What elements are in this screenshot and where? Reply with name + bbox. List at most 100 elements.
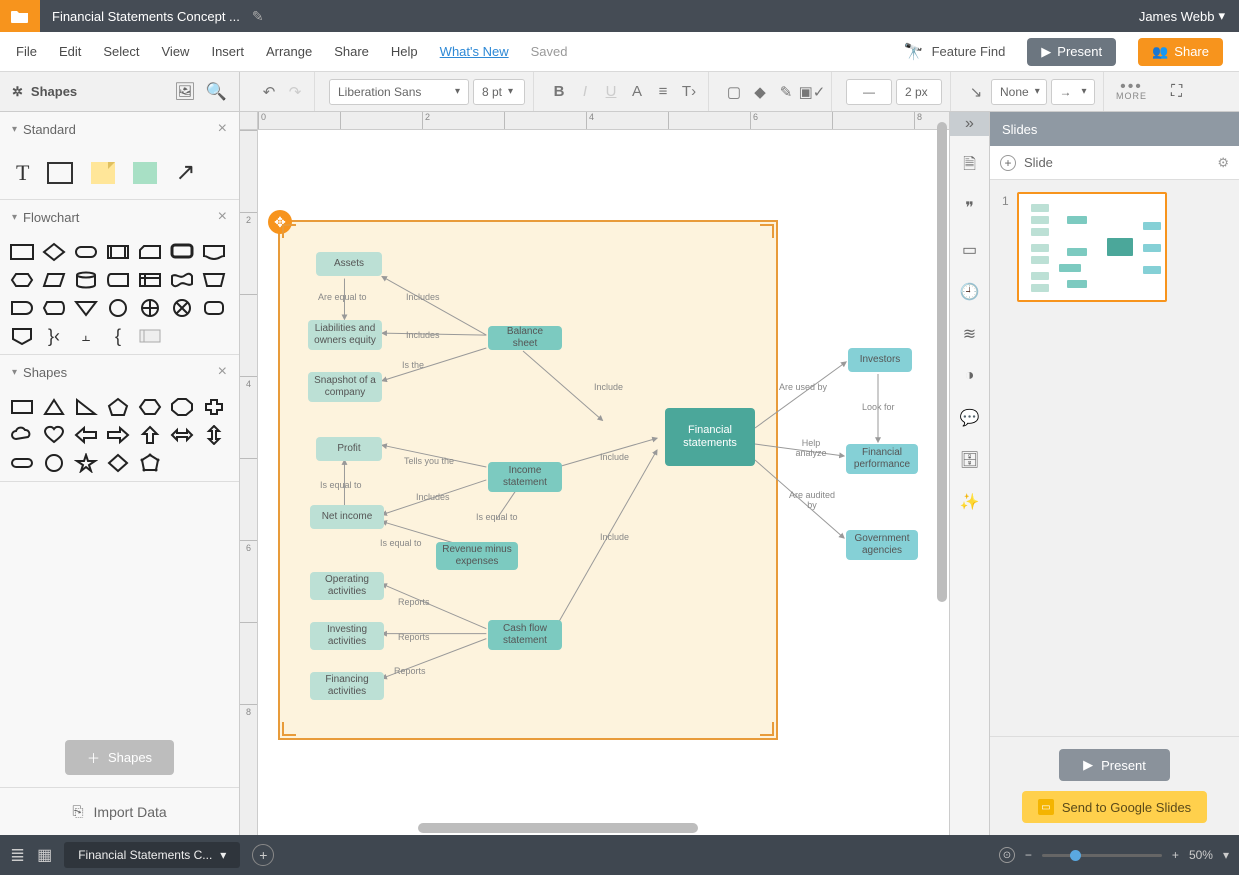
fillcolor-icon[interactable]: ◆ [749, 81, 771, 103]
fc-display[interactable] [42, 298, 66, 318]
font-select[interactable]: Liberation Sans▾ [329, 79, 469, 105]
shapefill-icon[interactable]: ▢ [723, 81, 745, 103]
fc-or[interactable] [170, 298, 194, 318]
fc-brace-l[interactable]: { [106, 326, 130, 346]
block-shape[interactable] [133, 162, 157, 184]
node-revexp[interactable]: Revenue minus expenses [436, 542, 518, 570]
fontsize-select[interactable]: 8 pt▾ [473, 79, 525, 105]
sh-pent[interactable] [106, 397, 130, 417]
grid-view-icon[interactable]: ▦ [37, 845, 52, 865]
sh-oct[interactable] [170, 397, 194, 417]
dock-quote-icon[interactable]: ❞ [958, 196, 982, 220]
node-assets[interactable]: Assets [316, 252, 382, 276]
sh-heart[interactable] [42, 425, 66, 445]
page-tab[interactable]: Financial Statements C...▾ [64, 842, 240, 868]
sh-cloud[interactable] [10, 425, 34, 445]
fc-brace-r[interactable]: }‹ [42, 326, 66, 346]
text-shape[interactable]: T [16, 160, 29, 186]
gear-icon[interactable]: ✲ [12, 84, 23, 100]
node-investing[interactable]: Investing activities [310, 622, 384, 650]
more-button[interactable]: •••MORE [1110, 83, 1153, 101]
node-income[interactable]: Income statement [488, 462, 562, 492]
fc-swim[interactable] [138, 326, 162, 346]
fc-card[interactable] [138, 242, 162, 262]
present-button[interactable]: ▶Present [1027, 38, 1116, 66]
node-operating[interactable]: Operating activities [310, 572, 384, 600]
fc-offpage[interactable] [10, 326, 34, 346]
search-icon[interactable]: 🔍 [206, 82, 227, 102]
section-standard[interactable]: ▾Standard× [0, 112, 239, 146]
zoom-slider[interactable] [1042, 854, 1162, 857]
textcolor-icon[interactable]: A [626, 81, 648, 103]
zoom-level[interactable]: 50% [1189, 848, 1213, 862]
arrowend-select[interactable]: →▾ [1051, 79, 1095, 105]
sh-rect[interactable] [10, 397, 34, 417]
folder-icon[interactable] [0, 0, 40, 32]
sh-star[interactable] [74, 453, 98, 473]
fc-data[interactable] [42, 270, 66, 290]
dock-layers-icon[interactable]: ≋ [958, 322, 982, 346]
note-shape[interactable] [91, 162, 115, 184]
add-page-button[interactable]: + [252, 844, 274, 866]
sh-pill[interactable] [10, 453, 34, 473]
feature-find[interactable]: 🔭Feature Find [904, 42, 1006, 62]
zoom-fit-icon[interactable]: ⊙ [999, 847, 1015, 863]
canvas[interactable]: 02468 2468 ✥ [240, 112, 989, 835]
sh-rarrow[interactable] [106, 425, 130, 445]
sh-lrarrow[interactable] [170, 425, 194, 445]
menu-select[interactable]: Select [103, 44, 139, 59]
sh-udarrow[interactable] [202, 425, 226, 445]
sh-rtri[interactable] [74, 397, 98, 417]
fc-manual[interactable] [202, 270, 226, 290]
document-title[interactable]: Financial Statements Concept ... [52, 9, 240, 24]
close-icon[interactable]: × [218, 363, 227, 381]
fc-doc[interactable] [202, 242, 226, 262]
fc-off[interactable] [202, 298, 226, 318]
fc-sum[interactable] [138, 298, 162, 318]
menu-insert[interactable]: Insert [211, 44, 244, 59]
sh-tri[interactable] [42, 397, 66, 417]
collapse-dock-icon[interactable]: » [950, 112, 989, 136]
horizontal-scrollbar[interactable] [418, 823, 698, 833]
dock-comments-icon[interactable]: 💬 [958, 406, 982, 430]
linetype-icon[interactable]: ↘ [965, 81, 987, 103]
fc-hex[interactable] [10, 270, 34, 290]
add-slide-icon[interactable]: + [1000, 155, 1016, 171]
node-cashflow[interactable]: Cash flow statement [488, 620, 562, 650]
section-shapes[interactable]: ▾Shapes× [0, 355, 239, 389]
fc-tape[interactable] [170, 270, 194, 290]
sh-circle[interactable] [42, 453, 66, 473]
pen-icon[interactable]: ✎ [775, 81, 797, 103]
node-govagency[interactable]: Government agencies [846, 530, 918, 560]
sh-poly[interactable] [138, 453, 162, 473]
menu-edit[interactable]: Edit [59, 44, 81, 59]
node-netincome[interactable]: Net income [310, 505, 384, 529]
sh-larrow[interactable] [74, 425, 98, 445]
node-financial-statements[interactable]: Financial statements [665, 408, 755, 466]
rect-shape[interactable] [47, 162, 73, 184]
shapeopts-icon[interactable]: ▣✓ [801, 81, 823, 103]
image-icon[interactable]: 🖼 [174, 82, 196, 102]
slide-label[interactable]: Slide [1024, 155, 1053, 170]
fullscreen-icon[interactable]: ⛶ [1159, 83, 1194, 101]
bold-icon[interactable]: B [548, 81, 570, 103]
align-icon[interactable]: ≡ [652, 81, 674, 103]
sh-uarrow[interactable] [138, 425, 162, 445]
dock-history-icon[interactable]: 🕘 [958, 280, 982, 304]
italic-icon[interactable]: I [574, 81, 596, 103]
fc-terminator[interactable] [74, 242, 98, 262]
slide-thumbnail[interactable] [1017, 192, 1167, 302]
fc-internal[interactable] [138, 270, 162, 290]
linestyle-select[interactable]: — [846, 79, 892, 105]
section-flowchart[interactable]: ▾Flowchart× [0, 200, 239, 234]
fc-merge[interactable] [74, 298, 98, 318]
vertical-scrollbar[interactable] [937, 122, 947, 602]
arrowstart-select[interactable]: None▾ [991, 79, 1047, 105]
add-shapes-button[interactable]: ＋Shapes [65, 740, 174, 775]
fc-decision[interactable] [42, 242, 66, 262]
close-icon[interactable]: × [218, 120, 227, 138]
dock-data-icon[interactable]: 🗄 [958, 448, 982, 472]
menu-arrange[interactable]: Arrange [266, 44, 312, 59]
diagram-frame[interactable]: ✥ [278, 220, 778, 740]
sh-hex[interactable] [138, 397, 162, 417]
